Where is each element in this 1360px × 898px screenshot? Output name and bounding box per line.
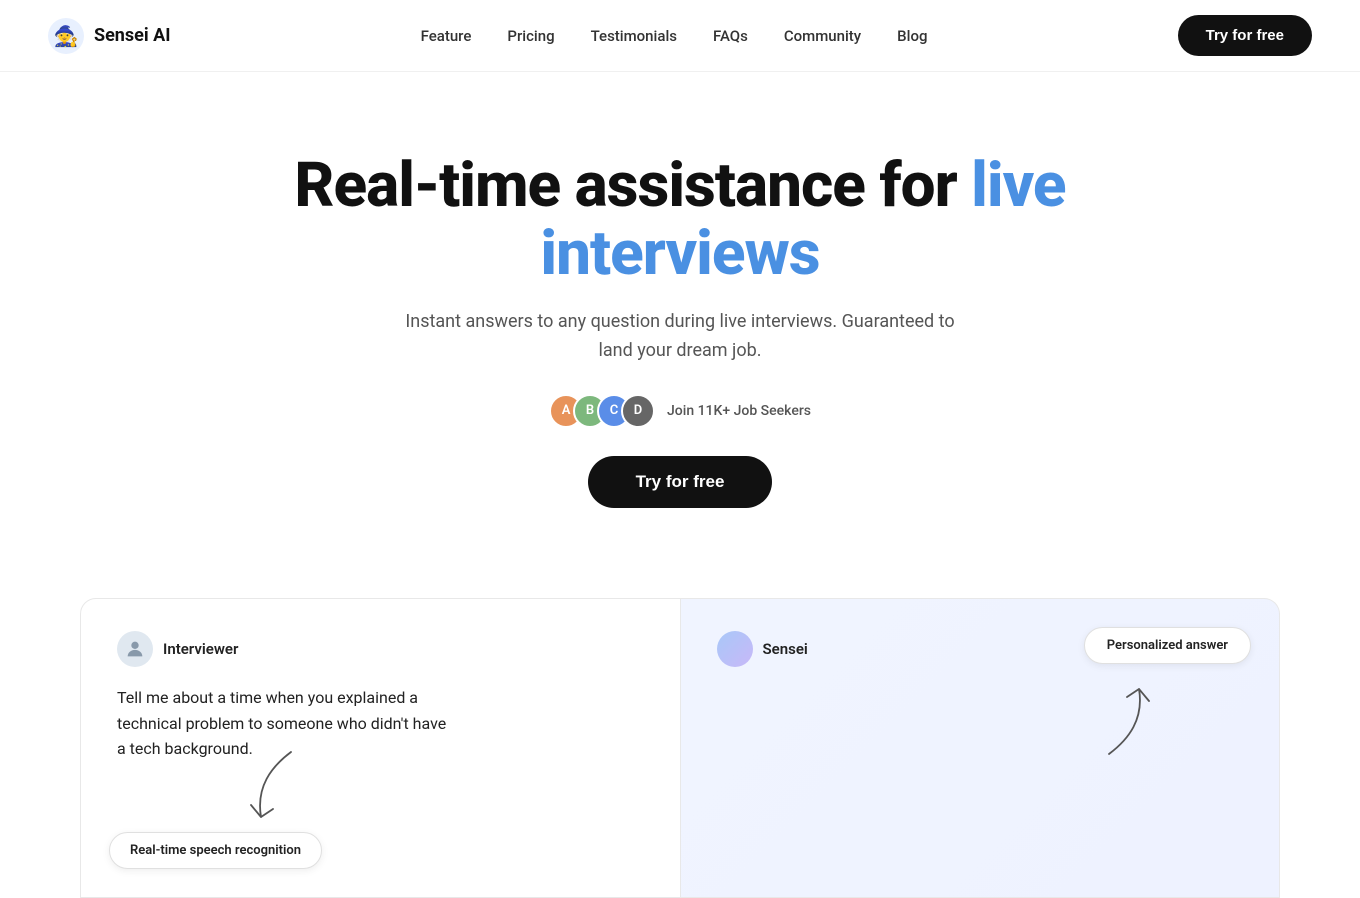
nav-faqs[interactable]: FAQs bbox=[713, 27, 748, 45]
nav-testimonials[interactable]: Testimonials bbox=[591, 27, 677, 45]
nav-cta-button[interactable]: Try for free bbox=[1178, 15, 1312, 56]
nav-blog[interactable]: Blog bbox=[897, 27, 927, 45]
avatars: A B C D bbox=[549, 394, 655, 428]
arrow-left-icon bbox=[241, 747, 301, 827]
hero-section: Real-time assistance for live interviews… bbox=[0, 72, 1360, 568]
social-proof: A B C D Join 11K+ Job Seekers bbox=[549, 394, 811, 428]
hero-cta-button[interactable]: Try for free bbox=[588, 456, 773, 508]
hero-title-text: Real-time assistance for bbox=[294, 149, 971, 222]
arrow-right-icon bbox=[1099, 679, 1159, 759]
nav-pricing[interactable]: Pricing bbox=[507, 27, 554, 45]
navigation: 🧙 Sensei AI Feature Pricing Testimonials… bbox=[0, 0, 1360, 72]
interviewer-speaker: Interviewer bbox=[117, 631, 644, 667]
nav-community[interactable]: Community bbox=[784, 27, 861, 45]
nav-links: Feature Pricing Testimonials FAQs Commun… bbox=[421, 27, 928, 45]
social-proof-text: Join 11K+ Job Seekers bbox=[667, 403, 811, 419]
hero-subtitle: Instant answers to any question during l… bbox=[400, 308, 960, 366]
demo-section: Interviewer Tell me about a time when yo… bbox=[0, 598, 1360, 898]
sensei-panel: Sensei Personalized answer bbox=[681, 598, 1281, 898]
logo[interactable]: 🧙 Sensei AI bbox=[48, 18, 170, 54]
hero-title: Real-time assistance for live interviews bbox=[250, 152, 1110, 288]
nav-feature[interactable]: Feature bbox=[421, 27, 472, 45]
personalized-answer-badge: Personalized answer bbox=[1084, 627, 1251, 664]
interviewer-panel: Interviewer Tell me about a time when yo… bbox=[80, 598, 681, 898]
sensei-avatar bbox=[717, 631, 753, 667]
speech-recognition-badge: Real-time speech recognition bbox=[109, 832, 322, 869]
interviewer-avatar bbox=[117, 631, 153, 667]
logo-icon: 🧙 bbox=[48, 18, 84, 54]
interviewer-name: Interviewer bbox=[163, 640, 238, 658]
avatar: D bbox=[621, 394, 655, 428]
brand-name: Sensei AI bbox=[94, 25, 170, 46]
sensei-name: Sensei bbox=[763, 640, 808, 658]
